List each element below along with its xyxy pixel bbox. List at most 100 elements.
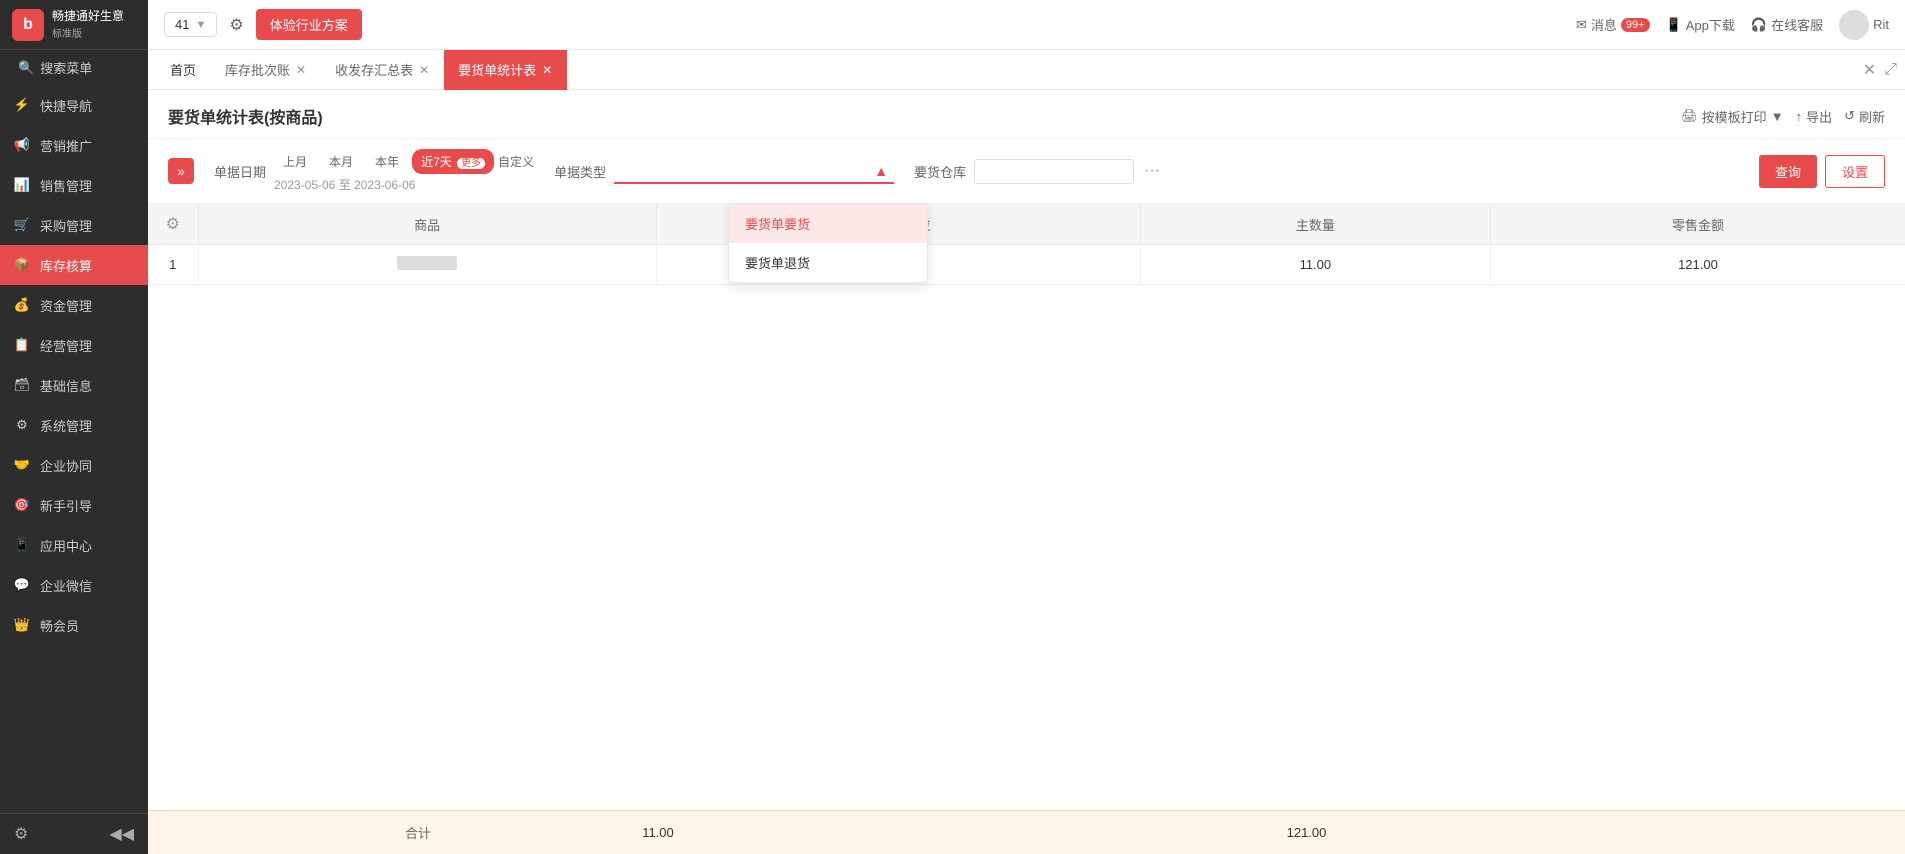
wechat-icon: 💬	[12, 575, 32, 595]
purchase-icon: 🛒	[12, 215, 32, 235]
footer-row: 合计 11.00 121.00	[148, 823, 1905, 842]
sidebar: b 畅捷通好生意 标准版 🔍 搜索菜单 ⚡ 快捷导航 📢 营销推广 📊 销售管理…	[0, 0, 148, 854]
sidebar-item-finance[interactable]: 💰 资金管理	[0, 285, 148, 325]
search-label: 搜索菜单	[40, 58, 92, 77]
online-service-button[interactable]: 🎧 在线客服	[1751, 15, 1823, 34]
nav-label: 经营管理	[40, 336, 92, 355]
app-download-button[interactable]: 📱 App下载	[1666, 15, 1735, 34]
sidebar-item-sales[interactable]: 📊 销售管理	[0, 165, 148, 205]
data-table: ⚙ 商品 主计量单位 主数量 零售金额	[148, 204, 1905, 285]
table-header: ⚙ 商品 主计量单位 主数量 零售金额	[148, 204, 1905, 245]
warehouse-more-icon[interactable]: ···	[1144, 162, 1160, 180]
sidebar-search[interactable]: 🔍 搜索菜单	[0, 50, 148, 85]
refresh-button[interactable]: ↺ 刷新	[1844, 107, 1885, 126]
col-sales-amount: 零售金额	[1490, 204, 1905, 245]
tab-expand-icon[interactable]: ⤢	[1884, 61, 1897, 79]
tab-inventory-batch-label: 库存批次账	[225, 60, 290, 79]
product-placeholder	[397, 256, 457, 270]
store-chevron-icon: ▼	[195, 19, 206, 31]
header-right: ✉ 消息 99+ 📱 App下载 🎧 在线客服 Rit	[1576, 10, 1889, 40]
this-year-btn[interactable]: 本年	[366, 149, 408, 174]
tab-order-stats-close[interactable]: ✕	[542, 63, 552, 77]
app-center-icon: 📱	[12, 535, 32, 555]
tab-recv-send-close[interactable]: ✕	[419, 63, 429, 77]
nav-label: 应用中心	[40, 536, 92, 555]
sidebar-item-member[interactable]: 👑 畅会员	[0, 605, 148, 645]
search-icon: 🔍	[18, 60, 34, 76]
type-filter-group: 单据类型 ▲	[554, 159, 894, 184]
collapse-icon[interactable]: ◀◀	[109, 824, 134, 844]
query-button[interactable]: 查询	[1759, 155, 1817, 188]
custom-date-btn[interactable]: 自定义	[498, 153, 534, 170]
table-row: 1 块 11.00 121.00	[148, 245, 1905, 285]
date-range-display: 2023-05-06 至 2023-06-06	[274, 176, 534, 193]
sidebar-item-app-center[interactable]: 📱 应用中心	[0, 525, 148, 565]
type-select-input[interactable]	[614, 159, 894, 184]
last-7days-btn[interactable]: 近7天 更多	[412, 149, 494, 174]
sidebar-item-enterprise[interactable]: 🤝 企业协同	[0, 445, 148, 485]
date-filter-group: 单据日期 上月 本月 本年 近7天 更多 自定义 2023-05-06 至 20…	[214, 149, 534, 193]
sidebar-item-purchase[interactable]: 🛒 采购管理	[0, 205, 148, 245]
sidebar-item-inventory[interactable]: 📦 库存核算	[0, 245, 148, 285]
footer-label: 合计	[328, 823, 508, 842]
type-select-chevron-icon[interactable]: ▲	[874, 163, 888, 179]
page-content: 要货单统计表(按商品) 🖨 按模板打印 ▼ ↑ 导出 ↺ 刷新 »	[148, 90, 1905, 854]
system-icon: ⚙	[12, 415, 32, 435]
logo-name: 畅捷通好生意	[52, 9, 124, 25]
tab-recv-send[interactable]: 收发存汇总表 ✕	[321, 50, 444, 90]
quick-nav-icon: ⚡	[12, 95, 32, 115]
user-area[interactable]: Rit	[1839, 10, 1889, 40]
top-header: 41 ▼ ⚙ 体验行业方案 ✉ 消息 99+ 📱 App下载 🎧 在线客服 R	[148, 0, 1905, 50]
messages-button[interactable]: ✉ 消息 99+	[1576, 15, 1650, 34]
date-filter-label: 单据日期	[214, 162, 266, 181]
filter-settings-button[interactable]: 设置	[1825, 155, 1885, 188]
store-selector[interactable]: 41 ▼	[164, 12, 217, 37]
header-left: 41 ▼ ⚙ 体验行业方案	[164, 9, 362, 40]
sidebar-item-system[interactable]: ⚙ 系统管理	[0, 405, 148, 445]
sidebar-item-basic-info[interactable]: 🗃 基础信息	[0, 365, 148, 405]
header-settings-icon[interactable]: ⚙	[229, 15, 243, 35]
nav-label: 采购管理	[40, 216, 92, 235]
sidebar-item-wechat[interactable]: 💬 企业微信	[0, 565, 148, 605]
tab-end-icons: ✕ ⤢	[1863, 60, 1897, 80]
main-area: 41 ▼ ⚙ 体验行业方案 ✉ 消息 99+ 📱 App下载 🎧 在线客服 R	[148, 0, 1905, 854]
tab-inventory-batch[interactable]: 库存批次账 ✕	[211, 50, 321, 90]
col-settings: ⚙	[148, 204, 198, 245]
bottom-settings-icon[interactable]: ⚙	[14, 824, 28, 844]
dropdown-item-0[interactable]: 要货单要货	[729, 204, 927, 243]
finance-icon: 💰	[12, 295, 32, 315]
this-month-btn[interactable]: 本月	[320, 149, 362, 174]
operations-icon: 📋	[12, 335, 32, 355]
sales-icon: 📊	[12, 175, 32, 195]
date-shortcuts: 上月 本月 本年 近7天 更多 自定义	[274, 149, 534, 174]
warehouse-filter-label: 要货仓库	[914, 162, 966, 181]
sidebar-item-quick-nav[interactable]: ⚡ 快捷导航	[0, 85, 148, 125]
avatar	[1839, 10, 1869, 40]
print-template-button[interactable]: 🖨 按模板打印 ▼	[1681, 107, 1783, 126]
logo-area: b 畅捷通好生意 标准版	[0, 0, 148, 50]
footer-sales-amount: 121.00	[708, 825, 1905, 840]
message-badge: 99+	[1621, 18, 1650, 32]
page-title: 要货单统计表(按商品)	[168, 104, 323, 128]
warehouse-input[interactable]	[974, 159, 1134, 184]
last-month-btn[interactable]: 上月	[274, 149, 316, 174]
store-number: 41	[175, 17, 189, 32]
sidebar-item-operations[interactable]: 📋 经营管理	[0, 325, 148, 365]
sidebar-item-guide[interactable]: 🎯 新手引导	[0, 485, 148, 525]
export-button[interactable]: ↑ 导出	[1796, 107, 1833, 126]
table-settings-icon[interactable]: ⚙	[166, 216, 180, 233]
tab-home[interactable]: 首页	[156, 50, 211, 90]
online-service-label: 在线客服	[1771, 15, 1823, 34]
tab-inventory-batch-close[interactable]: ✕	[296, 63, 306, 77]
sidebar-item-marketing[interactable]: 📢 营销推广	[0, 125, 148, 165]
nav-label: 畅会员	[40, 616, 79, 635]
nav-label: 资金管理	[40, 296, 92, 315]
dropdown-item-1[interactable]: 要货单退货	[729, 243, 927, 282]
tab-order-stats[interactable]: 要货单统计表 ✕	[444, 50, 567, 90]
row-sales-amount: 121.00	[1490, 245, 1905, 285]
nav-label: 企业协同	[40, 456, 92, 475]
page-header: 要货单统计表(按商品) 🖨 按模板打印 ▼ ↑ 导出 ↺ 刷新	[148, 90, 1905, 139]
tab-close-all-icon[interactable]: ✕	[1863, 60, 1876, 80]
trial-button[interactable]: 体验行业方案	[256, 9, 362, 40]
filter-expand-button[interactable]: »	[168, 158, 194, 184]
